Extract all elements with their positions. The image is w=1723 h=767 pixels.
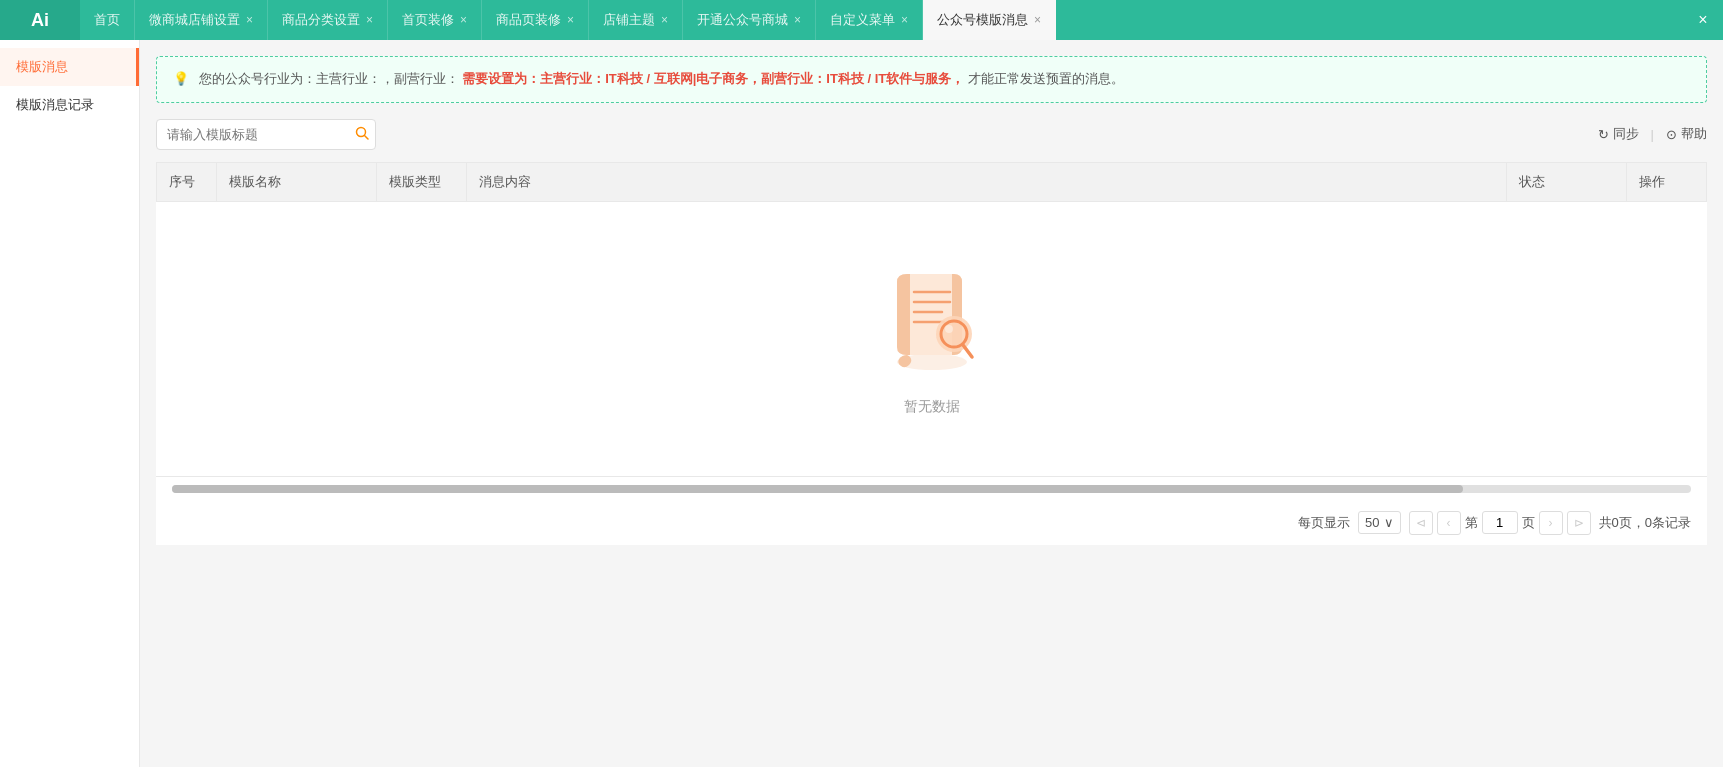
tab-close-open-mall[interactable]: × [794,13,801,27]
sync-icon: ↻ [1598,127,1609,142]
tab-close-template-msg[interactable]: × [1034,13,1041,27]
main-layout: 模版消息模版消息记录 💡 您的公众号行业为：主营行业：，副营行业： 需要设置为：… [0,40,1723,767]
notice-banner: 💡 您的公众号行业为：主营行业：，副营行业： 需要设置为：主营行业：IT科技 /… [156,56,1707,103]
tab-bar: 首页微商城店铺设置×商品分类设置×首页装修×商品页装修×店铺主题×开通公众号商城… [80,0,1683,40]
col-header-type: 模版类型 [377,162,467,201]
pipe-divider: | [1651,127,1654,142]
tab-close-shop-theme[interactable]: × [661,13,668,27]
chevron-down-icon: ∨ [1384,515,1394,530]
search-input-wrapper [156,119,376,150]
scrollbar-area [156,476,1707,501]
scrollbar-thumb[interactable] [172,485,1463,493]
help-label: 帮助 [1681,125,1707,143]
col-header-action: 操作 [1627,162,1707,201]
current-page-input[interactable] [1482,511,1518,534]
per-page-label: 每页显示 [1298,514,1350,532]
page-size-select[interactable]: 50 ∨ [1358,511,1400,534]
tab-close-home-decoration[interactable]: × [460,13,467,27]
sync-button[interactable]: ↻ 同步 [1598,125,1639,143]
svg-point-10 [945,325,953,333]
tab-custom-menu[interactable]: 自定义菜单× [816,0,923,40]
data-table: 序号模版名称模版类型消息内容状态操作 [156,162,1707,202]
sidebar-item-template-msg-log[interactable]: 模版消息记录 [0,86,139,124]
logo: Ai [0,0,80,40]
empty-state-icon [872,262,992,382]
prev-page-button[interactable]: ‹ [1437,511,1461,535]
col-header-name: 模版名称 [217,162,377,201]
search-bar: ↻ 同步 | ⊙ 帮助 [156,119,1707,150]
page-prefix: 第 [1465,514,1478,532]
tab-open-mall[interactable]: 开通公众号商城× [683,0,816,40]
tab-shop-theme[interactable]: 店铺主题× [589,0,683,40]
sync-label: 同步 [1613,125,1639,143]
tab-close-category-settings[interactable]: × [366,13,373,27]
notice-prefix: 您的公众号行业为：主营行业：，副营行业： [199,71,459,86]
tab-category-settings[interactable]: 商品分类设置× [268,0,388,40]
col-header-content: 消息内容 [467,162,1507,201]
page-label: 页 [1522,514,1535,532]
tab-home[interactable]: 首页 [80,0,135,40]
top-nav: Ai 首页微商城店铺设置×商品分类设置×首页装修×商品页装修×店铺主题×开通公众… [0,0,1723,40]
notice-highlight: 需要设置为：主营行业：IT科技 / 互联网|电子商务，副营行业：IT科技 / I… [462,71,964,86]
total-label: 共0页，0条记录 [1599,514,1691,532]
tab-template-msg[interactable]: 公众号模版消息× [923,0,1056,40]
tab-home-decoration[interactable]: 首页装修× [388,0,482,40]
help-button[interactable]: ⊙ 帮助 [1666,125,1707,143]
pagination: 每页显示 50 ∨ ⊲ ‹ 第 页 › ⊳ 共0页，0条记录 [156,501,1707,545]
table-header-row: 序号模版名称模版类型消息内容状态操作 [157,162,1707,201]
table-wrapper: 序号模版名称模版类型消息内容状态操作 [156,162,1707,545]
first-page-button[interactable]: ⊲ [1409,511,1433,535]
tab-close-custom-menu[interactable]: × [901,13,908,27]
last-page-button[interactable]: ⊳ [1567,511,1591,535]
svg-line-1 [365,135,369,139]
notice-suffix: 才能正常发送预置的消息。 [968,71,1124,86]
search-input[interactable] [157,121,345,148]
page-size-value: 50 [1365,515,1379,530]
svg-line-9 [963,345,972,357]
window-close-button[interactable]: × [1683,0,1723,40]
sidebar: 模版消息模版消息记录 [0,40,140,767]
sidebar-item-template-msg[interactable]: 模版消息 [0,48,139,86]
tab-product-decoration[interactable]: 商品页装修× [482,0,589,40]
tab-shop-settings[interactable]: 微商城店铺设置× [135,0,268,40]
tab-close-shop-settings[interactable]: × [246,13,253,27]
col-header-status: 状态 [1507,162,1627,201]
notice-icon: 💡 [173,71,189,86]
tab-close-product-decoration[interactable]: × [567,13,574,27]
page-navigation: ⊲ ‹ 第 页 › ⊳ [1409,511,1591,535]
scrollbar-track[interactable] [172,485,1691,493]
help-icon: ⊙ [1666,127,1677,142]
col-header-seq: 序号 [157,162,217,201]
content-area: 💡 您的公众号行业为：主营行业：，副营行业： 需要设置为：主营行业：IT科技 /… [140,40,1723,767]
search-actions: ↻ 同步 | ⊙ 帮助 [1598,125,1707,143]
search-button[interactable] [345,120,376,149]
empty-state-text: 暂无数据 [904,398,960,416]
next-page-button[interactable]: › [1539,511,1563,535]
empty-state: 暂无数据 [156,202,1707,476]
